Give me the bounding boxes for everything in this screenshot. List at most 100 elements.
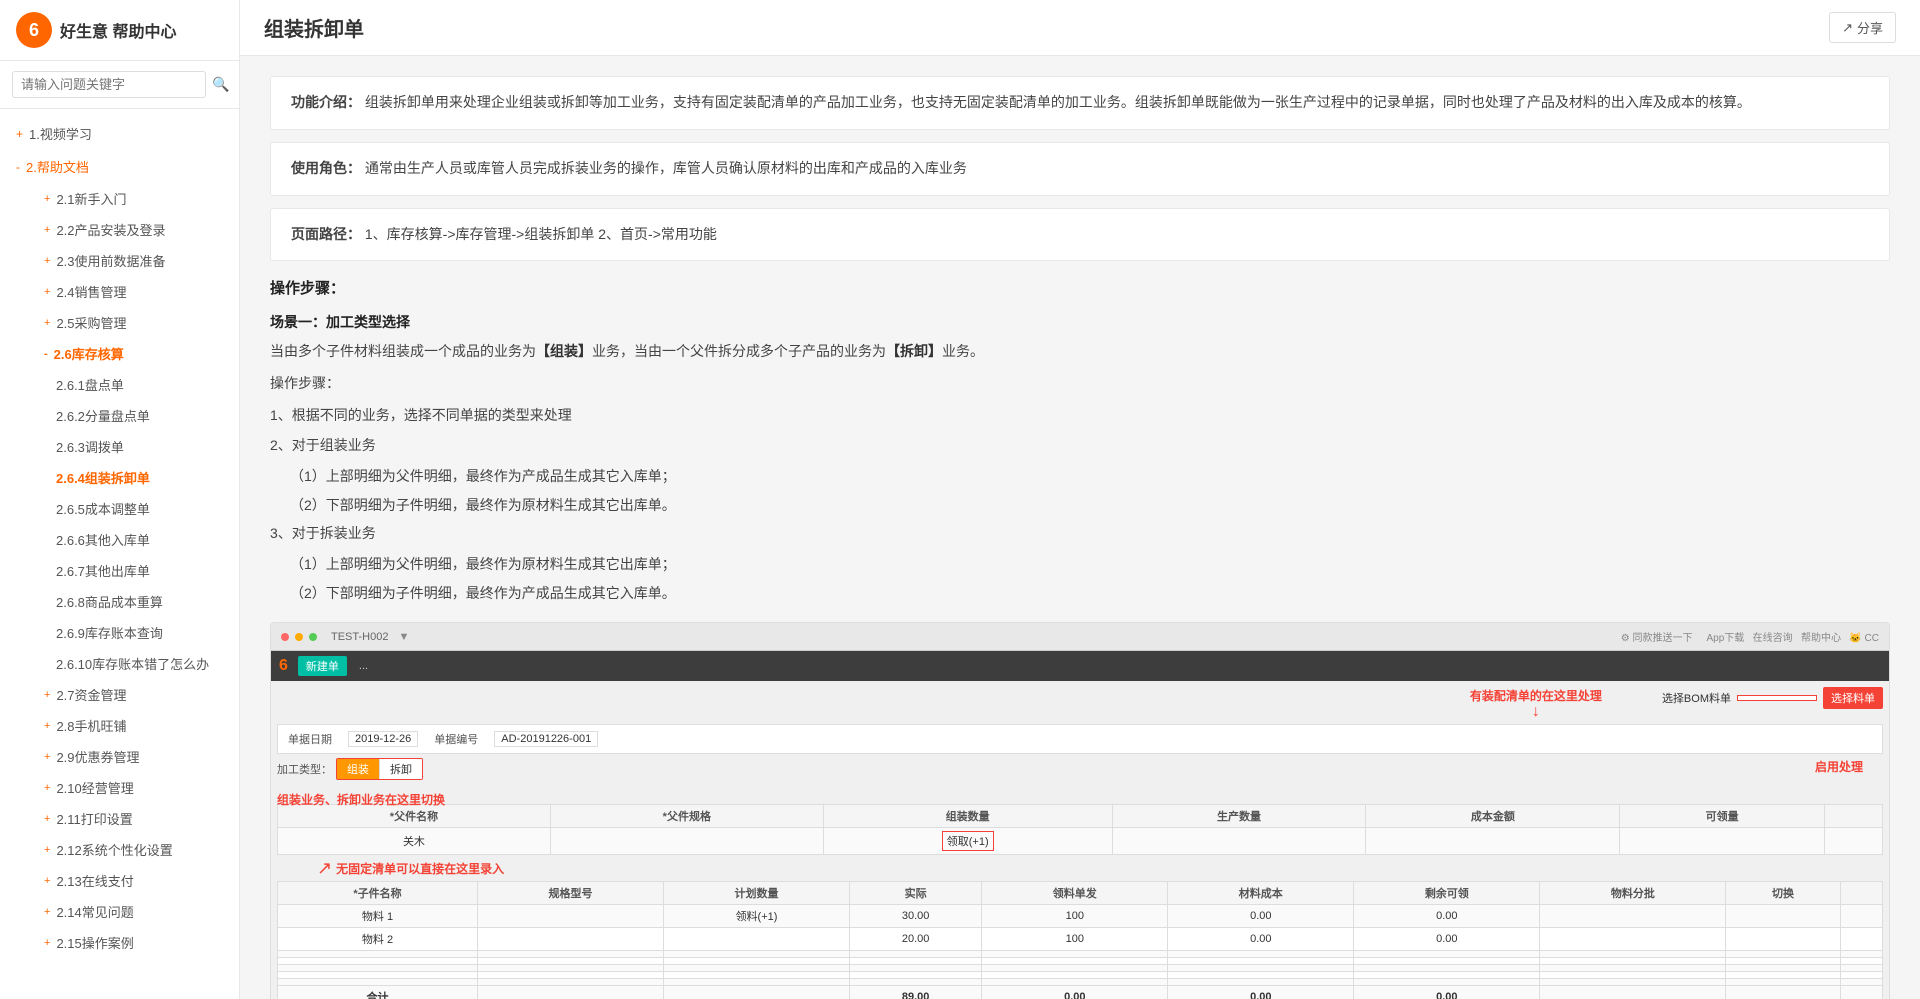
plus-icon: + bbox=[44, 317, 50, 329]
red-box-input[interactable]: 领取(+1) bbox=[942, 831, 994, 851]
annotation-text-2: 组装业务、拆卸业务在这里切换 bbox=[277, 791, 445, 808]
screenshot-container: TEST-H002 ▼ ⚙ 同款推送一下 App下载 在线咨询 帮助中心 🐱 C… bbox=[270, 622, 1890, 999]
table-row: 关木 领取(+1) bbox=[278, 828, 1883, 855]
path-label: 页面路径： bbox=[291, 226, 361, 242]
table-row bbox=[278, 965, 1883, 972]
top-bar: 组装拆卸单 ↗ 分享 bbox=[240, 0, 1920, 56]
type-assemble-btn[interactable]: 组装 bbox=[337, 759, 379, 779]
sidebar-item-2-6-10[interactable]: 2.6.10库存账本错了怎么办 bbox=[56, 648, 239, 679]
sidebar-item-label: 1.视频学习 bbox=[29, 124, 92, 143]
parent-table: *父件名称 *父件规格 组装数量 生产数量 成本金额 可领量 bbox=[277, 804, 1883, 855]
plus-icon: + bbox=[44, 255, 50, 267]
sidebar-item-2-12[interactable]: + 2.12系统个性化设置 bbox=[28, 834, 239, 865]
arrow-down-1: ↓ bbox=[1532, 704, 1540, 720]
mock-screenshot: TEST-H002 ▼ ⚙ 同款推送一下 App下载 在线咨询 帮助中心 🐱 C… bbox=[271, 623, 1889, 999]
annotation-2-container: 组装业务、拆卸业务在这里切换 bbox=[277, 791, 445, 808]
type-disassemble-btn[interactable]: 拆卸 bbox=[379, 759, 422, 779]
select-btn[interactable]: 选择料单 bbox=[1823, 687, 1883, 709]
annotation-text-1: 有装配清单的在这里处理 bbox=[1470, 687, 1602, 704]
bom-select-area: 选择BOM料单 选择料单 bbox=[1662, 687, 1883, 709]
plus-icon: + bbox=[44, 224, 50, 236]
nav-tab-other[interactable]: ... bbox=[351, 658, 376, 674]
nav-tab-active[interactable]: 新建单 bbox=[298, 656, 347, 676]
sidebar-item-2-9[interactable]: + 2.9优惠券管理 bbox=[28, 741, 239, 772]
nav-sub-2-6: 2.6.1盘点单 2.6.2分量盘点单 2.6.3调拨单 2.6.4组装拆卸单 … bbox=[28, 369, 239, 679]
app-name: 好生意 帮助中心 bbox=[60, 18, 176, 42]
plus-icon: + bbox=[44, 751, 50, 763]
sidebar-item-2-7[interactable]: + 2.7资金管理 bbox=[28, 679, 239, 710]
plus-icon: + bbox=[44, 782, 50, 794]
sidebar-item-2-6-3[interactable]: 2.6.3调拨单 bbox=[56, 431, 239, 462]
annotation-4-container: ↗ 无固定清单可以直接在这里录入 bbox=[277, 859, 1883, 877]
type-toggle: 组装 拆卸 bbox=[336, 758, 423, 780]
sidebar-item-2-2[interactable]: + 2.2产品安装及登录 bbox=[28, 214, 239, 245]
plus-icon: + bbox=[44, 286, 50, 298]
table-row bbox=[278, 951, 1883, 958]
table-row bbox=[278, 972, 1883, 979]
sidebar-item-2-6-5[interactable]: 2.6.5成本调整单 bbox=[56, 493, 239, 524]
docno-label: 单据编号 bbox=[434, 731, 478, 747]
sidebar-item-2-6-8[interactable]: 2.6.8商品成本重算 bbox=[56, 586, 239, 617]
sidebar-item-2-6-7[interactable]: 2.6.7其他出库单 bbox=[56, 555, 239, 586]
sidebar-item-label: 2.帮助文档 bbox=[26, 157, 89, 176]
sidebar-item-docs[interactable]: - 2.帮助文档 bbox=[0, 150, 239, 183]
sidebar-item-2-4[interactable]: + 2.4销售管理 bbox=[28, 276, 239, 307]
table-row: 物料 1 领料(+1) 30.00 100 0.00 0.00 bbox=[278, 905, 1883, 928]
table-footer: 合计 89.00 0.00 0.00 0.00 bbox=[278, 986, 1883, 999]
date-label: 单据日期 bbox=[288, 731, 332, 747]
annotation-text-4: 无固定清单可以直接在这里录入 bbox=[336, 860, 504, 877]
sidebar-item-2-8[interactable]: + 2.8手机旺铺 bbox=[28, 710, 239, 741]
table-row bbox=[278, 979, 1883, 986]
minus-icon: - bbox=[16, 160, 20, 174]
sidebar-item-2-3[interactable]: + 2.3使用前数据准备 bbox=[28, 245, 239, 276]
sidebar-item-2-10[interactable]: + 2.10经营管理 bbox=[28, 772, 239, 803]
sidebar-item-2-11[interactable]: + 2.11打印设置 bbox=[28, 803, 239, 834]
annotation-row-1: 有装配清单的在这里处理 ↓ 选择BOM料单 选择料单 bbox=[277, 687, 1883, 720]
docno-value: AD-20191226-001 bbox=[494, 731, 598, 747]
search-input[interactable] bbox=[12, 71, 206, 98]
select-bom-label: 选择BOM料单 bbox=[1662, 690, 1731, 706]
sidebar-item-2-6-9[interactable]: 2.6.9库存账本查询 bbox=[56, 617, 239, 648]
plus-icon: + bbox=[44, 813, 50, 825]
steps-title: 操作步骤： bbox=[270, 277, 1890, 298]
sidebar-item-2-6-6[interactable]: 2.6.6其他入库单 bbox=[56, 524, 239, 555]
steps-title-2: 操作步骤： bbox=[270, 372, 1890, 396]
intro-text: 组装拆卸单用来处理企业组装或拆卸等加工业务，支持有固定装配清单的产品加工业务，也… bbox=[365, 94, 1751, 110]
scene-1-title: 场景一：加工类型选择 bbox=[270, 312, 1890, 332]
sidebar-item-2-1[interactable]: + 2.1新手入门 bbox=[28, 183, 239, 214]
nav-section-1: + 1.视频学习 bbox=[0, 117, 239, 150]
step-2-sub1: （1）上部明细为父件明细，最终作为产成品生成其它入库单； bbox=[270, 464, 1890, 489]
plus-icon: + bbox=[44, 193, 50, 205]
step-3: 3、对于拆装业务 bbox=[270, 522, 1890, 546]
sidebar-item-2-15[interactable]: + 2.15操作案例 bbox=[28, 927, 239, 958]
date-value: 2019-12-26 bbox=[348, 731, 418, 747]
sidebar-item-2-6-1[interactable]: 2.6.1盘点单 bbox=[56, 369, 239, 400]
sidebar-item-2-5[interactable]: + 2.5采购管理 bbox=[28, 307, 239, 338]
sidebar-item-2-6[interactable]: - 2.6库存核算 bbox=[28, 338, 239, 369]
content-area: 功能介绍： 组装拆卸单用来处理企业组装或拆卸等加工业务，支持有固定装配清单的产品… bbox=[240, 56, 1920, 999]
step-1: 1、根据不同的业务，选择不同单据的类型来处理 bbox=[270, 404, 1890, 428]
bom-input[interactable] bbox=[1737, 695, 1817, 701]
sidebar-item-videos[interactable]: + 1.视频学习 bbox=[0, 117, 239, 150]
mock-main-area: 有装配清单的在这里处理 ↓ 选择BOM料单 选择料单 单据日期 2019-12-… bbox=[271, 681, 1889, 999]
sidebar-item-2-14[interactable]: + 2.14常见问题 bbox=[28, 896, 239, 927]
share-button[interactable]: ↗ 分享 bbox=[1829, 12, 1896, 43]
step-3-sub2: （2）下部明细为子件明细，最终作为产成品生成其它入库单。 bbox=[270, 581, 1890, 606]
child-table-container: *子件名称 规格型号 计划数量 实际 领料单发 材料成本 剩余可领 物料分批 切… bbox=[277, 881, 1883, 999]
annotation-text-3: 启用处理 bbox=[1815, 758, 1863, 775]
sidebar-item-2-13[interactable]: + 2.13在线支付 bbox=[28, 865, 239, 896]
share-icon: ↗ bbox=[1842, 20, 1853, 36]
parent-table-container: *父件名称 *父件规格 组装数量 生产数量 成本金额 可领量 bbox=[277, 804, 1883, 855]
plus-icon: + bbox=[44, 937, 50, 949]
share-label: 分享 bbox=[1857, 18, 1883, 37]
window-title: TEST-H002 bbox=[331, 631, 388, 643]
role-box: 使用角色： 通常由生产人员或库管人员完成拆装业务的操作，库管人员确认原材料的出库… bbox=[270, 142, 1890, 196]
sidebar-item-2-6-2[interactable]: 2.6.2分量盘点单 bbox=[56, 400, 239, 431]
app-nav-logo: 6 bbox=[279, 657, 288, 675]
plus-icon: + bbox=[44, 906, 50, 918]
process-type-label: 加工类型： bbox=[277, 761, 332, 777]
plus-icon: + bbox=[44, 844, 50, 856]
table-row: 物料 2 20.00 100 0.00 0.00 bbox=[278, 928, 1883, 951]
sidebar-item-2-6-4[interactable]: 2.6.4组装拆卸单 bbox=[56, 462, 239, 493]
search-button[interactable]: 🔍 bbox=[212, 76, 229, 93]
